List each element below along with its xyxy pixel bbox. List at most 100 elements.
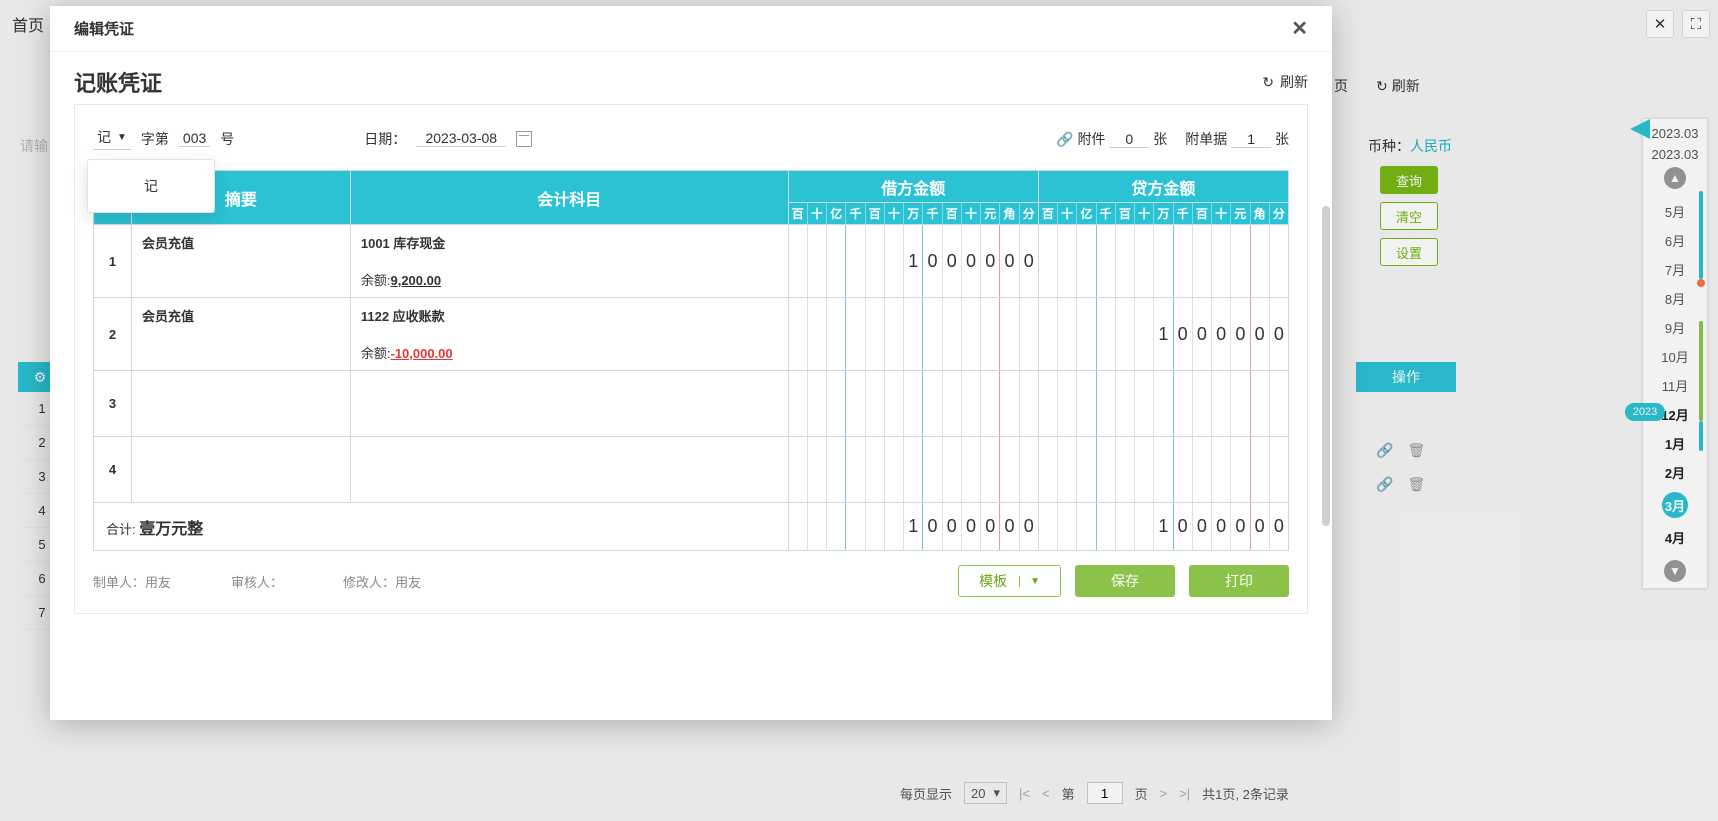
digit-cell[interactable]: 1 [904, 225, 923, 297]
refresh-button[interactable]: ↻ 刷新 [1262, 72, 1308, 92]
digit-cell[interactable] [1116, 225, 1135, 297]
digit-cell[interactable] [1116, 503, 1135, 550]
chevron-down-icon[interactable]: ▼ [1019, 576, 1040, 587]
digit-cell[interactable] [1097, 371, 1116, 436]
digit-cell[interactable] [1058, 225, 1077, 297]
digit-cell[interactable] [866, 298, 885, 370]
digit-cell[interactable] [981, 371, 1000, 436]
voucher-number-input[interactable]: 003 [179, 130, 210, 147]
form-count-input[interactable]: 1 [1231, 131, 1271, 148]
digit-cell[interactable]: 1 [904, 503, 923, 550]
digit-cell[interactable] [808, 371, 827, 436]
attachment-group[interactable]: 🔗 附件 0 张 [1056, 129, 1167, 149]
digit-cell[interactable] [923, 437, 942, 502]
digit-cell[interactable] [846, 503, 865, 550]
summary-cell[interactable] [131, 371, 350, 437]
digit-cell[interactable] [1039, 437, 1058, 502]
debit-cell[interactable] [788, 371, 1038, 437]
digit-cell[interactable] [846, 371, 865, 436]
digit-cell[interactable] [789, 437, 808, 502]
digit-cell[interactable] [846, 225, 865, 297]
digit-cell[interactable]: 0 [1212, 298, 1231, 370]
digit-cell[interactable] [846, 298, 865, 370]
credit-cell[interactable]: 1000000 [1038, 298, 1288, 371]
digit-cell[interactable]: 0 [1231, 503, 1250, 550]
digit-cell[interactable] [962, 298, 981, 370]
digit-cell[interactable] [866, 371, 885, 436]
digit-cell[interactable]: 0 [1231, 298, 1250, 370]
digit-cell[interactable] [1251, 225, 1270, 297]
print-button[interactable]: 打印 [1189, 565, 1289, 597]
digit-cell[interactable] [1077, 298, 1096, 370]
digit-cell[interactable] [1097, 437, 1116, 502]
calendar-icon[interactable] [516, 131, 532, 147]
digit-cell[interactable] [1039, 225, 1058, 297]
digit-cell[interactable] [1231, 437, 1250, 502]
digit-cell[interactable] [943, 371, 962, 436]
digit-cell[interactable] [827, 298, 846, 370]
digit-cell[interactable] [866, 503, 885, 550]
digit-cell[interactable] [1135, 298, 1154, 370]
summary-cell[interactable]: 会员充值 [131, 225, 350, 298]
summary-cell[interactable] [131, 437, 350, 503]
credit-cell[interactable] [1038, 371, 1288, 437]
digit-cell[interactable] [923, 371, 942, 436]
digit-cell[interactable] [1174, 437, 1193, 502]
digit-cell[interactable]: 0 [981, 503, 1000, 550]
voucher-type-option[interactable]: 记 [88, 176, 214, 196]
summary-cell[interactable]: 会员充值 [131, 298, 350, 371]
digit-cell[interactable] [1251, 371, 1270, 436]
digit-cell[interactable] [846, 437, 865, 502]
subject-cell[interactable] [350, 437, 788, 503]
digit-cell[interactable] [1077, 503, 1096, 550]
digit-cell[interactable] [962, 437, 981, 502]
digit-cell[interactable] [1020, 298, 1038, 370]
digit-cell[interactable] [1000, 437, 1019, 502]
digit-cell[interactable]: 0 [1020, 225, 1038, 297]
digit-cell[interactable] [827, 437, 846, 502]
digit-cell[interactable] [1097, 298, 1116, 370]
credit-cell[interactable] [1038, 437, 1288, 503]
debit-cell[interactable]: 1000000 [788, 225, 1038, 298]
digit-cell[interactable] [1116, 371, 1135, 436]
digit-cell[interactable] [1154, 225, 1173, 297]
digit-cell[interactable] [1020, 371, 1038, 436]
digit-cell[interactable] [904, 437, 923, 502]
save-button[interactable]: 保存 [1075, 565, 1175, 597]
digit-cell[interactable] [1193, 225, 1212, 297]
digit-cell[interactable] [827, 503, 846, 550]
digit-cell[interactable]: 0 [1212, 503, 1231, 550]
digit-cell[interactable] [1077, 371, 1096, 436]
digit-cell[interactable] [923, 298, 942, 370]
digit-cell[interactable]: 0 [1000, 503, 1019, 550]
digit-cell[interactable] [1097, 503, 1116, 550]
digit-cell[interactable] [1270, 371, 1288, 436]
debit-cell[interactable] [788, 437, 1038, 503]
digit-cell[interactable] [789, 225, 808, 297]
digit-cell[interactable] [1039, 371, 1058, 436]
digit-cell[interactable] [1270, 437, 1288, 502]
digit-cell[interactable]: 0 [962, 503, 981, 550]
digit-cell[interactable] [1154, 371, 1173, 436]
digit-cell[interactable]: 0 [1270, 503, 1288, 550]
digit-cell[interactable]: 0 [1251, 503, 1270, 550]
digit-cell[interactable] [1097, 225, 1116, 297]
digit-cell[interactable] [1077, 225, 1096, 297]
digit-cell[interactable]: 0 [1193, 503, 1212, 550]
digit-cell[interactable] [1077, 437, 1096, 502]
digit-cell[interactable] [1058, 371, 1077, 436]
digit-cell[interactable] [1212, 225, 1231, 297]
digit-cell[interactable] [1135, 371, 1154, 436]
digit-cell[interactable] [1000, 371, 1019, 436]
digit-cell[interactable] [866, 225, 885, 297]
digit-cell[interactable] [1174, 225, 1193, 297]
digit-cell[interactable] [981, 298, 1000, 370]
digit-cell[interactable] [885, 503, 904, 550]
digit-cell[interactable] [1193, 371, 1212, 436]
digit-cell[interactable] [1231, 371, 1250, 436]
digit-cell[interactable] [789, 503, 808, 550]
digit-cell[interactable] [1135, 225, 1154, 297]
digit-cell[interactable] [1039, 298, 1058, 370]
digit-cell[interactable] [827, 225, 846, 297]
digit-cell[interactable] [808, 503, 827, 550]
